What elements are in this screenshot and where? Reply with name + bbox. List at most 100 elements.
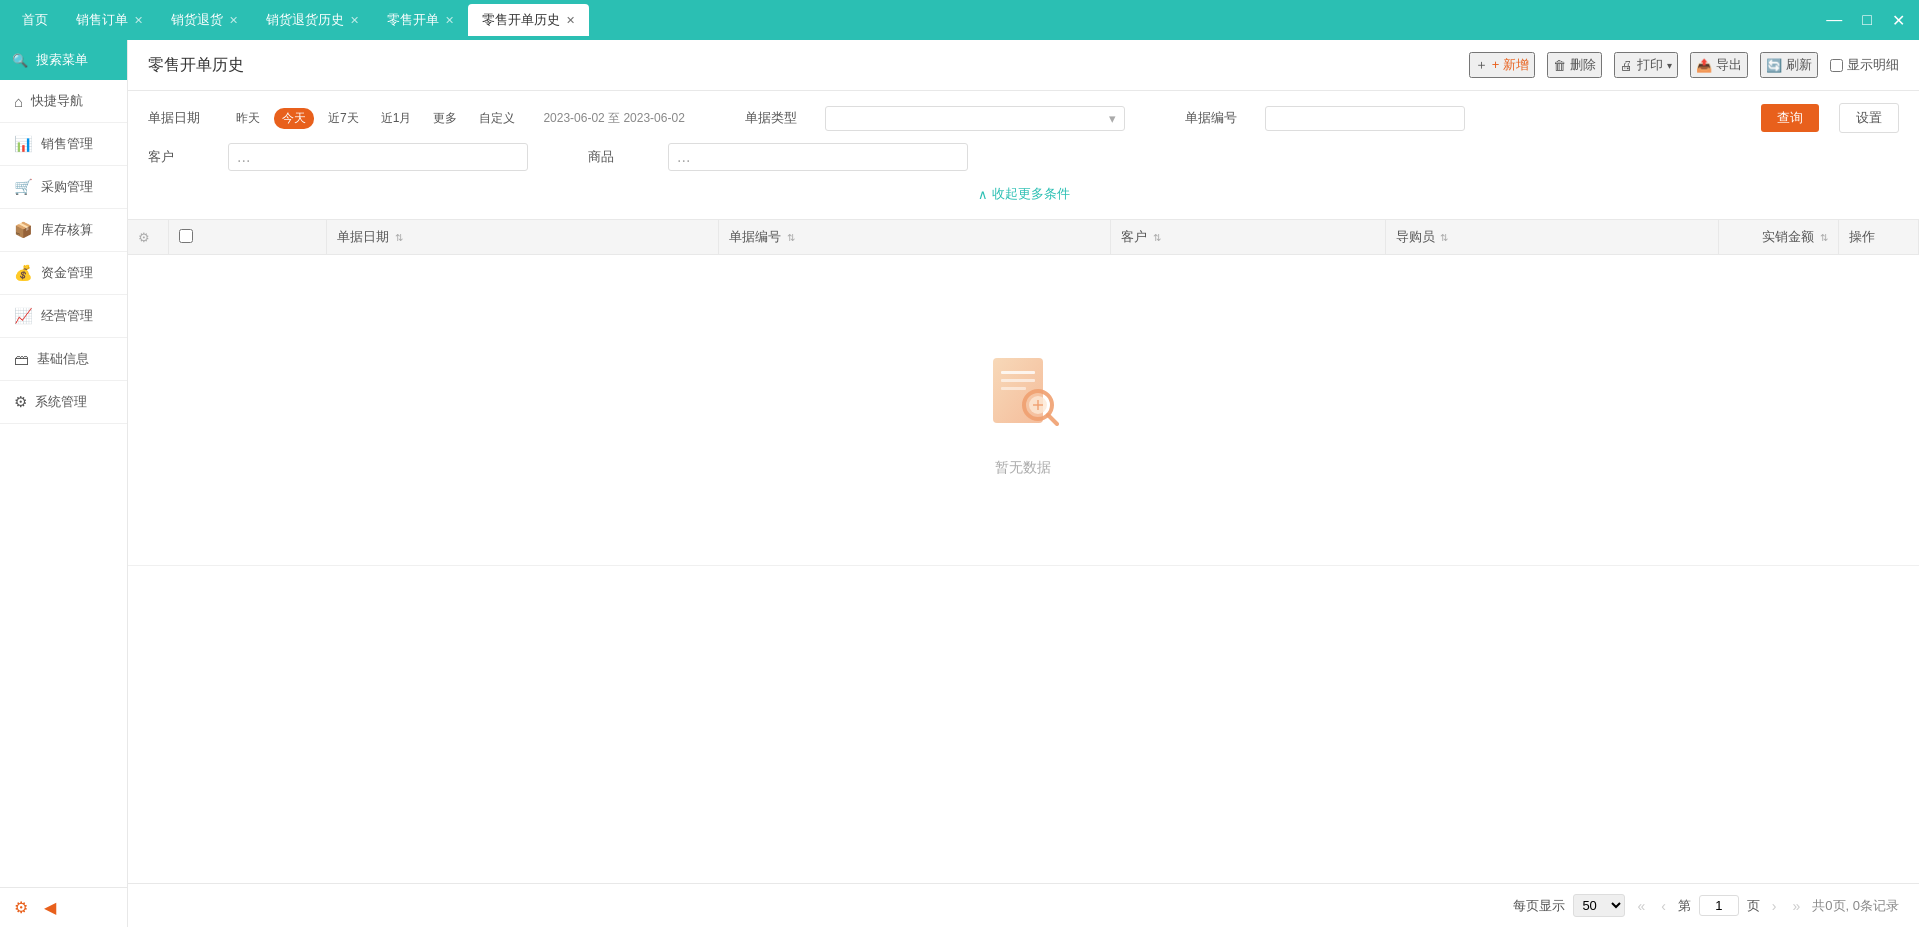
- next-page-button[interactable]: ›: [1768, 896, 1781, 916]
- filter-area: 单据日期 昨天 今天 近7天 近1月 更多 自定义 2023-06-02 至 2…: [128, 91, 1919, 220]
- tab-sales-order[interactable]: 销售订单 ✕: [62, 4, 157, 36]
- cart-icon: 🛒: [14, 178, 33, 196]
- table-header: ⚙ 单据日期 ⇅ 单据编号 ⇅: [128, 220, 1919, 255]
- add-icon: ＋: [1475, 56, 1488, 74]
- col-settings: ⚙: [128, 220, 168, 255]
- svg-rect-3: [1001, 387, 1026, 390]
- window-controls: — □ ✕: [1820, 9, 1911, 32]
- date-btn-custom[interactable]: 自定义: [471, 108, 523, 129]
- box-icon: 📦: [14, 221, 33, 239]
- sidebar-bottom: ⚙ ◀: [0, 887, 127, 927]
- close-icon[interactable]: ✕: [445, 14, 454, 27]
- delete-button[interactable]: 🗑 删除: [1547, 52, 1602, 78]
- query-button[interactable]: 查询: [1761, 104, 1819, 132]
- last-page-button[interactable]: »: [1789, 896, 1805, 916]
- sidebar-item-quick-nav[interactable]: ⌂ 快捷导航: [0, 80, 127, 123]
- date-range: 2023-06-02 至 2023-06-02: [543, 110, 684, 127]
- tab-retail-open[interactable]: 零售开单 ✕: [373, 4, 468, 36]
- prev-page-button[interactable]: ‹: [1657, 896, 1670, 916]
- sidebar-item-finance[interactable]: 💰 资金管理: [0, 252, 127, 295]
- search-icon: 🔍: [12, 53, 28, 68]
- col-docno[interactable]: 单据编号 ⇅: [719, 220, 1111, 255]
- page-input[interactable]: [1699, 895, 1739, 916]
- close-window-button[interactable]: ✕: [1886, 9, 1911, 32]
- col-amount[interactable]: 实销金额 ⇅: [1719, 220, 1839, 255]
- database-icon: 🗃: [14, 351, 29, 368]
- close-icon[interactable]: ✕: [566, 14, 575, 27]
- page-size-select[interactable]: 50 10 20 100: [1573, 894, 1625, 917]
- page-header: 零售开单历史 ＋ + 新增 🗑 删除 🖨 打印 ▾ 📤 导出: [128, 40, 1919, 91]
- empty-icon: [973, 343, 1073, 443]
- add-button[interactable]: ＋ + 新增: [1469, 52, 1535, 78]
- page-label: 第: [1678, 897, 1691, 915]
- page-title: 零售开单历史: [148, 55, 244, 76]
- maximize-button[interactable]: □: [1856, 9, 1878, 31]
- sidebar-item-sys-mgmt[interactable]: ⚙ 系统管理: [0, 381, 127, 424]
- tab-sales-return-history[interactable]: 销货退货历史 ✕: [252, 4, 373, 36]
- table-body: 暂无数据: [128, 255, 1919, 566]
- select-all-checkbox[interactable]: [179, 229, 193, 243]
- search-menu[interactable]: 🔍 搜索菜单: [0, 40, 127, 80]
- col-guide[interactable]: 导购员 ⇅: [1385, 220, 1718, 255]
- refresh-icon: 🔄: [1766, 58, 1782, 73]
- col-customer[interactable]: 客户 ⇅: [1111, 220, 1385, 255]
- tab-sales-return[interactable]: 销货退货 ✕: [157, 4, 252, 36]
- filter-row-1: 单据日期 昨天 今天 近7天 近1月 更多 自定义 2023-06-02 至 2…: [148, 103, 1899, 133]
- date-btn-7days[interactable]: 近7天: [320, 108, 367, 129]
- print-icon: 🖨: [1620, 58, 1633, 73]
- col-date[interactable]: 单据日期 ⇅: [326, 220, 718, 255]
- sidebar-item-label: 库存核算: [41, 221, 93, 239]
- sidebar-item-purchase-mgmt[interactable]: 🛒 采购管理: [0, 166, 127, 209]
- sidebar-item-label: 资金管理: [41, 264, 93, 282]
- sidebar-item-sales-mgmt[interactable]: 📊 销售管理: [0, 123, 127, 166]
- empty-cell: 暂无数据: [128, 255, 1919, 566]
- sort-icon: ⇅: [1820, 232, 1828, 243]
- settings-bottom-icon[interactable]: ⚙: [14, 898, 28, 917]
- sidebar-item-base-info[interactable]: 🗃 基础信息: [0, 338, 127, 381]
- tab-home[interactable]: 首页: [8, 4, 62, 36]
- sidebar-item-operations[interactable]: 📈 经营管理: [0, 295, 127, 338]
- settings-button[interactable]: 设置: [1839, 103, 1899, 133]
- display-toggle-checkbox[interactable]: [1830, 59, 1843, 72]
- col-action: 操作: [1839, 220, 1919, 255]
- gear-icon: ⚙: [14, 393, 27, 411]
- first-page-button[interactable]: «: [1633, 896, 1649, 916]
- export-icon: 📤: [1696, 58, 1712, 73]
- close-icon[interactable]: ✕: [229, 14, 238, 27]
- date-btn-yesterday[interactable]: 昨天: [228, 108, 268, 129]
- display-toggle[interactable]: 显示明细: [1830, 56, 1899, 74]
- pagination: 每页显示 50 10 20 100 « ‹ 第 页 › » 共0页, 0条记录: [128, 883, 1919, 927]
- doc-type-select[interactable]: ▾: [825, 106, 1125, 131]
- goods-input[interactable]: ...: [677, 148, 959, 166]
- sidebar-item-label: 系统管理: [35, 393, 87, 411]
- tab-retail-open-history[interactable]: 零售开单历史 ✕: [468, 4, 589, 36]
- date-btn-more[interactable]: 更多: [425, 108, 465, 129]
- sidebar-item-inventory[interactable]: 📦 库存核算: [0, 209, 127, 252]
- close-icon[interactable]: ✕: [134, 14, 143, 27]
- customer-input[interactable]: ...: [237, 148, 519, 166]
- refresh-button[interactable]: 🔄 刷新: [1760, 52, 1818, 78]
- svg-rect-1: [1001, 371, 1035, 374]
- sidebar-item-label: 采购管理: [41, 178, 93, 196]
- sidebar-item-label: 销售管理: [41, 135, 93, 153]
- minimize-button[interactable]: —: [1820, 9, 1848, 31]
- svg-rect-2: [1001, 379, 1035, 382]
- chart-icon: 📊: [14, 135, 33, 153]
- col-checkbox: [168, 220, 326, 255]
- date-btn-1month[interactable]: 近1月: [373, 108, 420, 129]
- close-icon[interactable]: ✕: [350, 14, 359, 27]
- collapse-button[interactable]: ∧ 收起更多条件: [148, 181, 1899, 207]
- tab-bar: 首页 销售订单 ✕ 销货退货 ✕ 销货退货历史 ✕ 零售开单 ✕ 零售开单历史 …: [0, 0, 1919, 40]
- empty-text: 暂无数据: [995, 459, 1051, 477]
- print-button[interactable]: 🖨 打印 ▾: [1614, 52, 1678, 78]
- table-settings-icon[interactable]: ⚙: [138, 230, 150, 245]
- collapse-sidebar-icon[interactable]: ◀: [44, 898, 56, 917]
- doc-no-label: 单据编号: [1185, 109, 1245, 127]
- money-icon: 💰: [14, 264, 33, 282]
- doc-no-input[interactable]: [1265, 106, 1465, 131]
- chevron-up-icon: ∧: [978, 187, 988, 202]
- data-table: ⚙ 单据日期 ⇅ 单据编号 ⇅: [128, 220, 1919, 566]
- date-label: 单据日期: [148, 109, 208, 127]
- date-btn-today[interactable]: 今天: [274, 108, 314, 129]
- export-button[interactable]: 📤 导出: [1690, 52, 1748, 78]
